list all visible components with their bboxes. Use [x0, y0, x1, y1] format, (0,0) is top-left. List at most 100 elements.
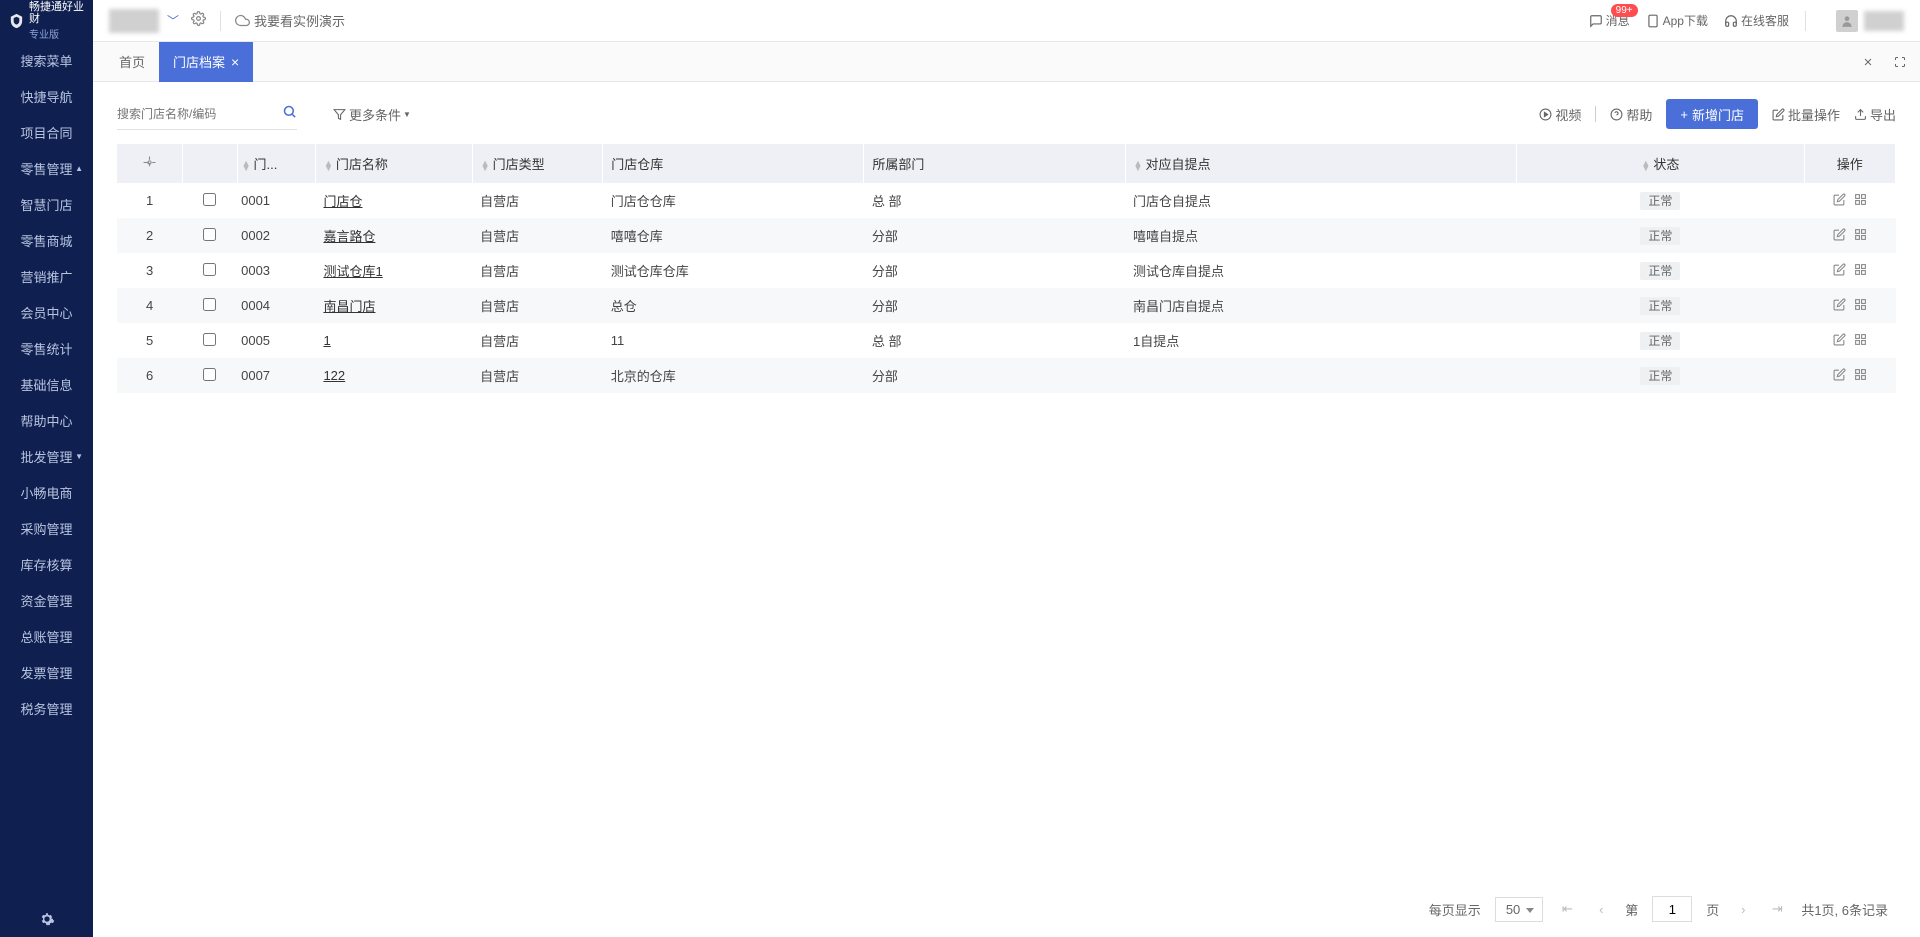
sidebar-item-label: 帮助中心 — [20, 411, 72, 430]
user-avatar-area[interactable] — [1836, 10, 1904, 32]
search-icon[interactable] — [282, 104, 297, 124]
header-type[interactable]: ▲▼门店类型 — [472, 144, 603, 183]
store-name-link[interactable]: 嘉言路仓 — [323, 229, 375, 244]
last-page-button[interactable]: ⇥ — [1767, 899, 1787, 919]
header-name[interactable]: ▲▼门店名称 — [315, 144, 472, 183]
header-name-label: 门店名称 — [336, 157, 388, 172]
store-name-link[interactable]: 1 — [323, 333, 330, 348]
tab-store-archive[interactable]: 门店档案 × — [159, 42, 253, 82]
header-status[interactable]: ▲▼状态 — [1517, 144, 1804, 183]
sidebar-item[interactable]: 资金管理 — [0, 582, 93, 618]
sidebar-item[interactable]: 小畅电商 — [0, 474, 93, 510]
table-row: 5 0005 1 自营店 11 总 部 1自提点 正常 — [117, 323, 1896, 358]
row-checkbox[interactable] — [203, 333, 216, 346]
sidebar-item[interactable]: 税务管理 — [0, 690, 93, 726]
table-header-row: ▲▼门... ▲▼门店名称 ▲▼门店类型 门店仓库 所属部门 ▲▼对应自提点 ▲… — [117, 144, 1896, 183]
sidebar-item-label: 小畅电商 — [20, 483, 72, 502]
close-icon[interactable]: × — [231, 54, 239, 70]
divider — [220, 11, 221, 31]
more-row-button[interactable] — [1854, 228, 1867, 244]
export-button[interactable]: 导出 — [1854, 105, 1896, 124]
cell-warehouse: 北京的仓库 — [603, 358, 864, 393]
messages-button[interactable]: 消息 99+ — [1589, 12, 1630, 29]
edit-row-button[interactable] — [1833, 368, 1846, 384]
sidebar-item[interactable]: 发票管理 — [0, 654, 93, 690]
store-name-link[interactable]: 测试仓库1 — [323, 264, 382, 279]
row-checkbox[interactable] — [203, 193, 216, 206]
first-page-button[interactable]: ⇤ — [1557, 899, 1577, 919]
cell-index: 6 — [117, 358, 182, 393]
sidebar-item[interactable]: 零售商城 — [0, 222, 93, 258]
sidebar-item[interactable]: 零售管理▲ — [0, 150, 93, 186]
more-conditions-button[interactable]: 更多条件 ▼ — [333, 105, 411, 124]
logo-icon — [8, 11, 25, 31]
row-checkbox[interactable] — [203, 228, 216, 241]
cell-dept: 分部 — [864, 358, 1125, 393]
export-label: 导出 — [1870, 105, 1896, 124]
edit-row-button[interactable] — [1833, 193, 1846, 209]
video-link[interactable]: 视频 — [1539, 105, 1581, 124]
search-input[interactable] — [117, 99, 278, 129]
org-settings-icon[interactable] — [191, 11, 206, 31]
online-service-button[interactable]: 在线客服 — [1724, 12, 1789, 29]
help-label: 帮助 — [1626, 105, 1652, 124]
prev-page-button[interactable]: ‹ — [1591, 899, 1611, 919]
app-download-label: App下载 — [1663, 12, 1708, 29]
sort-icon: ▲▼ — [481, 161, 490, 171]
help-link[interactable]: 帮助 — [1610, 105, 1652, 124]
org-dropdown-caret[interactable]: ﹀ — [167, 12, 179, 29]
app-download-button[interactable]: App下载 — [1646, 12, 1708, 29]
grid-icon — [1854, 263, 1867, 276]
sidebar-item[interactable]: 搜索菜单 — [0, 42, 93, 78]
more-row-button[interactable] — [1854, 263, 1867, 279]
fullscreen-button[interactable] — [1888, 50, 1912, 74]
tab-home[interactable]: 首页 — [105, 42, 159, 82]
edit-row-button[interactable] — [1833, 298, 1846, 314]
cell-status: 正常 — [1517, 253, 1804, 288]
message-icon — [1589, 14, 1603, 28]
batch-ops-button[interactable]: 批量操作 — [1772, 105, 1840, 124]
sidebar-item[interactable]: 会员中心 — [0, 294, 93, 330]
video-label: 视频 — [1555, 105, 1581, 124]
sidebar-item[interactable]: 快捷导航 — [0, 78, 93, 114]
cell-index: 2 — [117, 218, 182, 253]
demo-link[interactable]: 我要看实例演示 — [235, 11, 345, 30]
sidebar-item[interactable]: 库存核算 — [0, 546, 93, 582]
store-name-link[interactable]: 122 — [323, 368, 345, 383]
add-store-button[interactable]: + 新增门店 — [1666, 99, 1758, 129]
settings-button[interactable] — [0, 901, 93, 937]
edit-row-button[interactable] — [1833, 228, 1846, 244]
more-row-button[interactable] — [1854, 333, 1867, 349]
row-checkbox[interactable] — [203, 298, 216, 311]
sidebar-item[interactable]: 项目合同 — [0, 114, 93, 150]
header-gear[interactable] — [117, 144, 182, 183]
next-page-button[interactable]: › — [1733, 899, 1753, 919]
sidebar-item[interactable]: 智慧门店 — [0, 186, 93, 222]
sidebar-item[interactable]: 帮助中心 — [0, 402, 93, 438]
edit-row-button[interactable] — [1833, 333, 1846, 349]
row-checkbox[interactable] — [203, 263, 216, 276]
row-checkbox[interactable] — [203, 368, 216, 381]
store-name-link[interactable]: 南昌门店 — [323, 299, 375, 314]
cell-checkbox — [182, 358, 237, 393]
cell-type: 自营店 — [472, 358, 603, 393]
sidebar-item[interactable]: 基础信息 — [0, 366, 93, 402]
sidebar-item[interactable]: 总账管理 — [0, 618, 93, 654]
more-row-button[interactable] — [1854, 368, 1867, 384]
sidebar-item[interactable]: 营销推广 — [0, 258, 93, 294]
chevron-up-icon: ▲ — [75, 164, 83, 173]
sidebar-item[interactable]: 批发管理▼ — [0, 438, 93, 474]
edit-row-button[interactable] — [1833, 263, 1846, 279]
store-name-link[interactable]: 门店仓 — [323, 194, 362, 209]
logo-area: 畅捷通好业财 专业版 — [0, 0, 93, 42]
more-row-button[interactable] — [1854, 298, 1867, 314]
more-row-button[interactable] — [1854, 193, 1867, 209]
sidebar-item[interactable]: 零售统计 — [0, 330, 93, 366]
header-code[interactable]: ▲▼门... — [237, 144, 315, 183]
sort-icon: ▲▼ — [242, 161, 251, 171]
page-size-select[interactable]: 50 — [1495, 897, 1543, 922]
sidebar-item[interactable]: 采购管理 — [0, 510, 93, 546]
close-all-tabs-button[interactable] — [1856, 50, 1880, 74]
header-pickup[interactable]: ▲▼对应自提点 — [1125, 144, 1517, 183]
page-input[interactable] — [1652, 896, 1692, 922]
